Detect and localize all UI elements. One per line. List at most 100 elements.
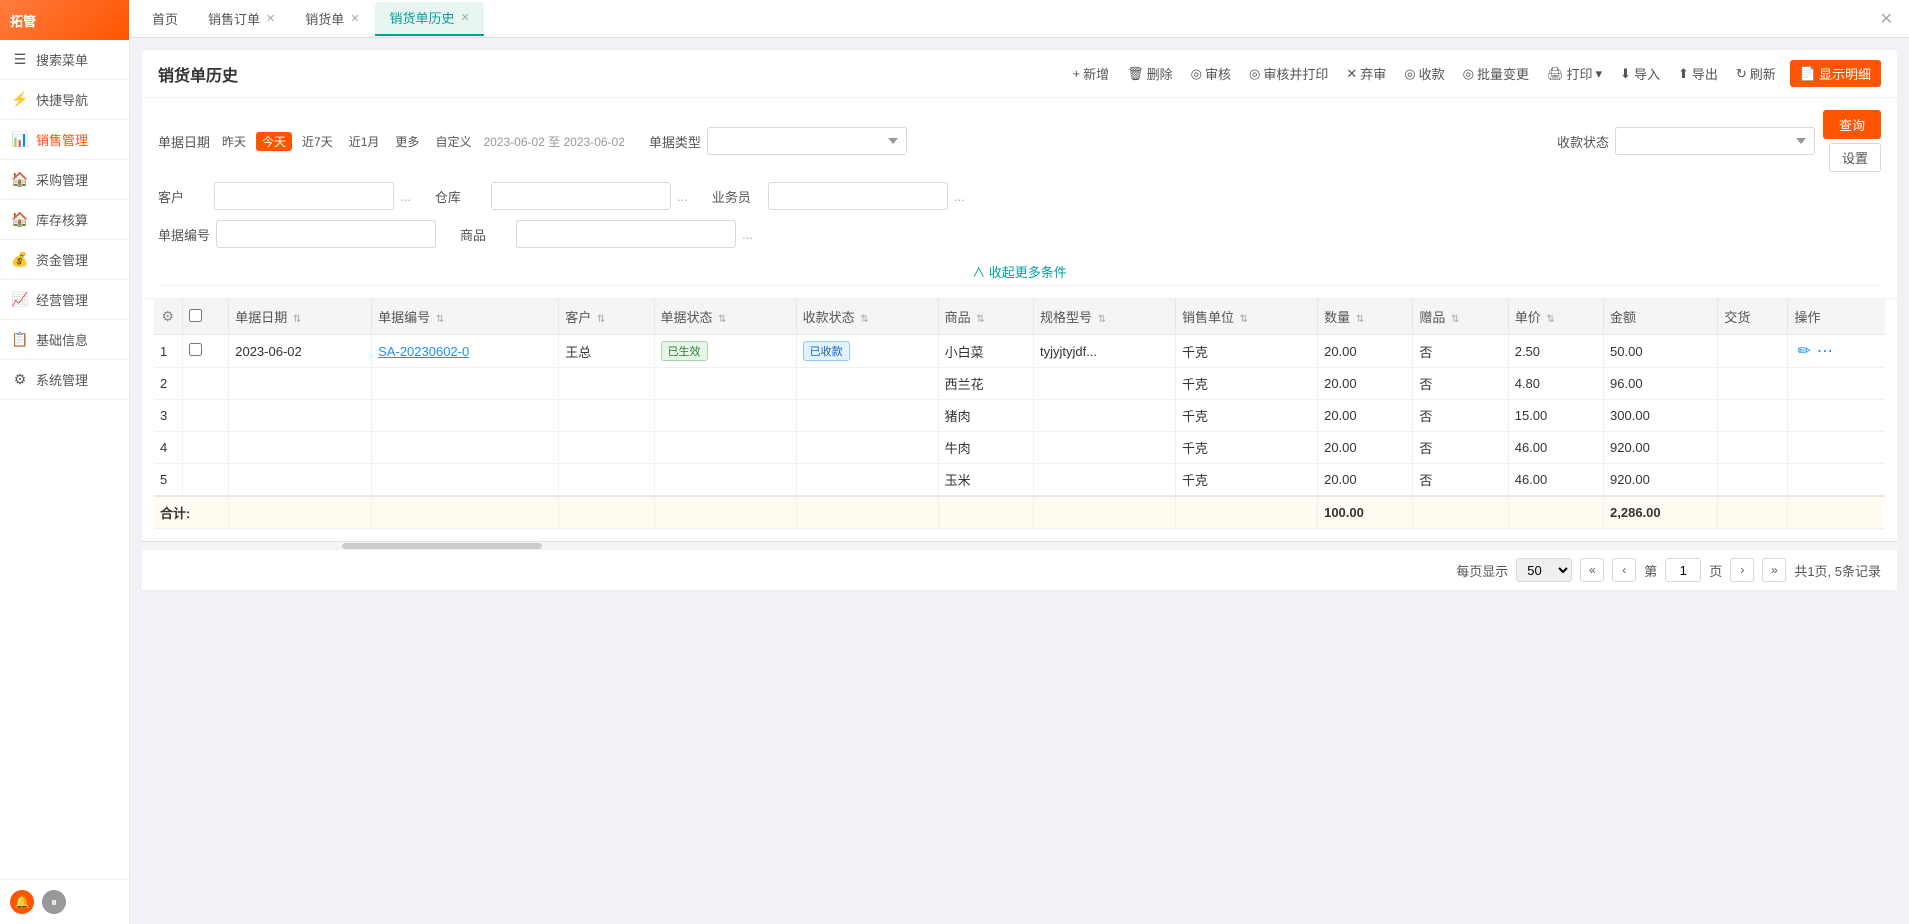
filter-doc-number: 单据编号: [158, 220, 436, 248]
row-checkbox[interactable]: [189, 343, 202, 356]
goods-dots[interactable]: ...: [742, 227, 753, 242]
sort-payment-status-icon[interactable]: ⇅: [860, 314, 868, 325]
date-custom[interactable]: 自定义: [429, 132, 477, 151]
sidebar-item-search-menu[interactable]: ☰ 搜索菜单: [0, 40, 129, 80]
more-action-btn[interactable]: ⋯: [1814, 343, 1836, 360]
notification-icon[interactable]: 🔔: [10, 890, 34, 914]
review-print-icon: ◎: [1249, 66, 1260, 82]
warehouse-input[interactable]: [491, 182, 671, 210]
cell-goods: 猪肉: [938, 400, 1033, 432]
date-today[interactable]: 今天: [256, 132, 292, 151]
salesperson-dots[interactable]: ...: [954, 189, 965, 204]
tab-home[interactable]: 首页: [138, 2, 192, 36]
batch-change-button[interactable]: ◎ 批量变更: [1459, 62, 1533, 85]
refresh-button[interactable]: ↻ 刷新: [1732, 62, 1780, 85]
tabs-bar-close-all[interactable]: ✕: [1872, 9, 1901, 29]
date-7days[interactable]: 近7天: [296, 132, 339, 151]
cell-quantity: 20.00: [1318, 432, 1413, 464]
select-all-checkbox[interactable]: [189, 309, 202, 322]
sidebar-item-finance-mgmt[interactable]: 💰 资金管理: [0, 240, 129, 280]
tab-sales-history[interactable]: 销货单历史 ✕: [375, 2, 483, 36]
settings-button[interactable]: 设置: [1829, 143, 1881, 172]
tab-sales-delivery-close[interactable]: ✕: [350, 12, 359, 25]
salesperson-input[interactable]: [768, 182, 948, 210]
cell-transaction: [1718, 464, 1788, 497]
customer-input[interactable]: [214, 182, 394, 210]
review-button[interactable]: ◎ 审核: [1187, 62, 1235, 85]
sidebar-item-inventory[interactable]: 🏠 库存核算: [0, 200, 129, 240]
sort-doc-status-icon[interactable]: ⇅: [718, 314, 726, 325]
doc-number-input[interactable]: [216, 220, 436, 248]
cell-transaction: [1718, 432, 1788, 464]
sidebar-item-label: 采购管理: [36, 170, 88, 189]
sidebar-item-basic-info[interactable]: 📋 基础信息: [0, 320, 129, 360]
scrollbar-thumb[interactable]: [342, 543, 542, 549]
next-page-button[interactable]: ›: [1730, 558, 1754, 582]
collect-button[interactable]: ◎ 收款: [1400, 62, 1448, 85]
first-page-button[interactable]: «: [1580, 558, 1604, 582]
th-settings[interactable]: ⚙: [154, 299, 182, 335]
print-button[interactable]: 🖨 打印 ▾: [1543, 62, 1606, 85]
show-detail-button[interactable]: 📄 显示明细: [1790, 60, 1881, 87]
cell-actions: [1788, 368, 1885, 400]
sidebar-item-sales-mgmt[interactable]: 📊 销售管理: [0, 120, 129, 160]
sort-gift-icon[interactable]: ⇅: [1451, 314, 1459, 325]
last-page-button[interactable]: »: [1762, 558, 1786, 582]
customer-dots[interactable]: ...: [400, 189, 411, 204]
sort-quantity-icon[interactable]: ⇅: [1356, 314, 1364, 325]
sidebar-item-system-mgmt[interactable]: ⚙ 系统管理: [0, 360, 129, 400]
cell-customer: 王总: [559, 335, 654, 368]
new-button[interactable]: + 新增: [1068, 62, 1113, 85]
sidebar-item-operations-mgmt[interactable]: 📈 经营管理: [0, 280, 129, 320]
warehouse-dots[interactable]: ...: [677, 189, 688, 204]
pause-icon[interactable]: ⏸: [42, 890, 66, 914]
sort-customer-icon[interactable]: ⇅: [597, 314, 605, 325]
sort-doc-date-icon[interactable]: ⇅: [293, 314, 301, 325]
table-settings-icon[interactable]: ⚙: [161, 308, 174, 324]
th-sales-unit: 销售单位 ⇅: [1176, 299, 1318, 335]
cell-checkbox: [182, 400, 229, 432]
prev-page-button[interactable]: ‹: [1612, 558, 1636, 582]
goods-input[interactable]: [516, 220, 736, 248]
sort-goods-icon[interactable]: ⇅: [976, 314, 984, 325]
delete-button[interactable]: 🗑 删除: [1123, 62, 1177, 85]
th-sales-unit-label: 销售单位: [1182, 310, 1234, 325]
doc-number-link[interactable]: SA-20230602-0: [378, 344, 469, 359]
sort-unit-price-icon[interactable]: ⇅: [1546, 314, 1554, 325]
query-button[interactable]: 查询: [1823, 110, 1881, 139]
cell-doc-date: 2023-06-02: [229, 335, 372, 368]
export-button[interactable]: ⬆ 导出: [1674, 62, 1722, 85]
per-page-select[interactable]: 50 100: [1516, 558, 1572, 582]
doc-type-select[interactable]: [707, 127, 907, 155]
payment-status-select[interactable]: [1615, 127, 1815, 155]
sort-doc-number-icon[interactable]: ⇅: [436, 314, 444, 325]
tab-sales-order-close[interactable]: ✕: [266, 12, 275, 25]
cell-row-num: 5: [154, 464, 182, 497]
cell-sales-unit: 千克: [1176, 335, 1318, 368]
sidebar-item-quick-nav[interactable]: ⚡ 快捷导航: [0, 80, 129, 120]
tab-sales-order[interactable]: 销售订单 ✕: [194, 2, 289, 36]
cell-transaction: [1718, 400, 1788, 432]
tab-sales-delivery[interactable]: 销货单 ✕: [291, 2, 373, 36]
collapse-more-conditions[interactable]: ∧ 收起更多条件: [158, 258, 1881, 286]
edit-action-btn[interactable]: ✏: [1794, 343, 1813, 360]
tab-sales-history-close[interactable]: ✕: [461, 11, 470, 24]
date-more[interactable]: 更多: [389, 132, 425, 151]
sort-spec-model-icon[interactable]: ⇅: [1098, 314, 1106, 325]
cell-row-num: 1: [154, 335, 182, 368]
date-yesterday[interactable]: 昨天: [216, 132, 252, 151]
summary-label: 合计:: [154, 496, 229, 529]
table-row: 2 西兰花 千克 20.00 否 4.80 96.00: [154, 368, 1885, 400]
abandon-button[interactable]: ✕ 弃审: [1342, 62, 1390, 85]
cell-gift: 否: [1413, 400, 1508, 432]
import-button[interactable]: ⬇ 导入: [1616, 62, 1664, 85]
sidebar-item-purchase-mgmt[interactable]: 🏠 采购管理: [0, 160, 129, 200]
sort-sales-unit-icon[interactable]: ⇅: [1240, 314, 1248, 325]
review-print-button[interactable]: ◎ 审核并打印: [1245, 62, 1332, 85]
date-1month[interactable]: 近1月: [343, 132, 386, 151]
th-transaction-label: 交货: [1724, 310, 1750, 325]
page-number-input[interactable]: [1665, 558, 1701, 582]
cell-transaction: [1718, 368, 1788, 400]
horizontal-scrollbar[interactable]: [142, 541, 1897, 549]
quick-nav-icon: ⚡: [12, 92, 28, 108]
